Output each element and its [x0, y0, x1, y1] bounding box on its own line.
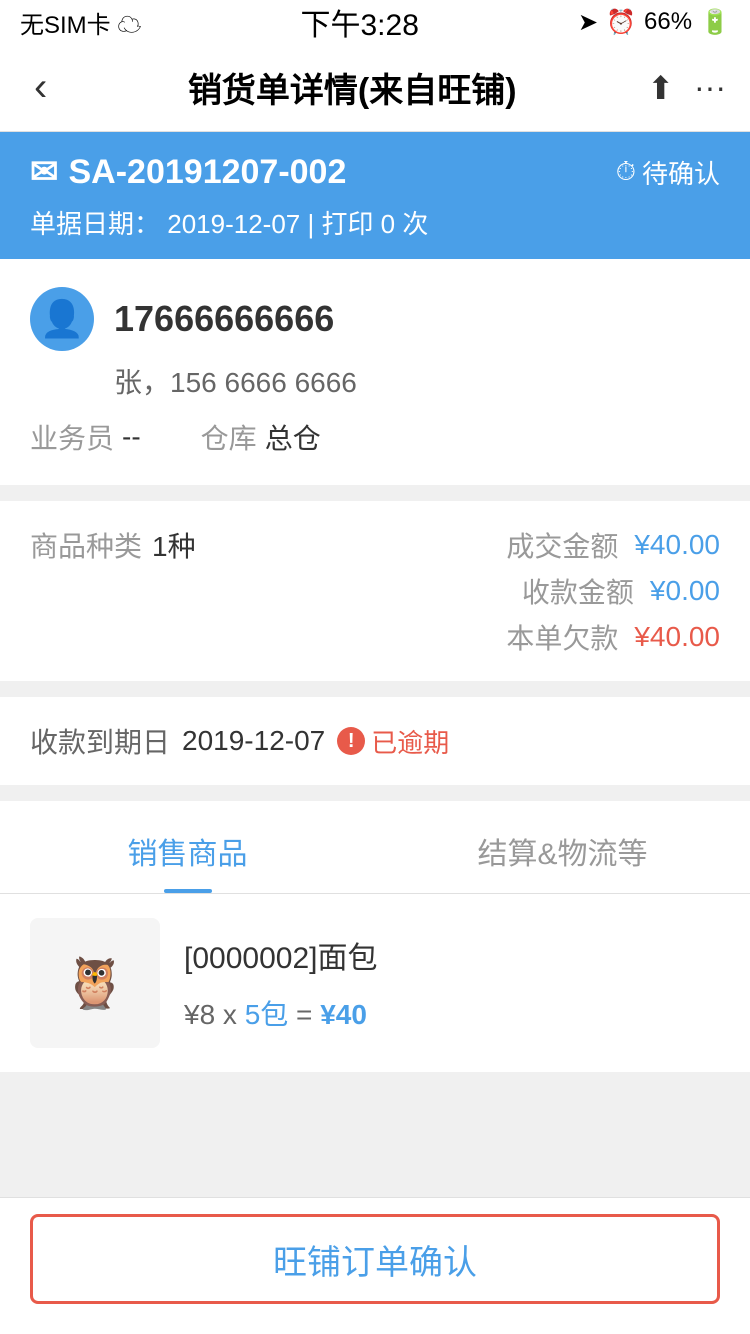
amount-value: ¥40.00 — [634, 529, 720, 561]
type-value: 1种 — [152, 525, 196, 565]
salesman-value: -- — [122, 421, 141, 453]
price-qty: 5包 — [245, 999, 289, 1030]
avatar: 👤 — [30, 287, 94, 351]
nav-bar: ‹ 销货单详情(来自旺铺) ⬆ ··· — [0, 44, 750, 132]
price-total: ¥40 — [320, 999, 367, 1030]
order-icon: ✉ — [30, 152, 59, 192]
customer-section: 👤 17666666666 张，156 6666 6666 业务员 -- 仓库 … — [0, 259, 750, 485]
product-info: [0000002]面包 ¥8 x 5包 = ¥40 — [184, 933, 720, 1033]
alarm-icon: ⏰ — [606, 8, 636, 37]
status-right: ➤ ⏰ 66% 🔋 — [578, 8, 730, 37]
status-bar: 无SIM卡 ☁ 下午3:28 ➤ ⏰ 66% 🔋 — [0, 0, 750, 44]
due-section: 收款到期日 2019-12-07 ! 已逾期 — [0, 697, 750, 785]
avatar-icon: 👤 — [40, 298, 85, 340]
tab-settlement-label: 结算&物流等 — [477, 838, 647, 871]
product-item: 🦉 [0000002]面包 ¥8 x 5包 = ¥40 — [30, 918, 720, 1048]
product-name: [0000002]面包 — [184, 933, 720, 977]
due-date: 2019-12-07 — [182, 725, 325, 757]
price-equals: = — [288, 999, 320, 1030]
status-left: 无SIM卡 ☁ — [20, 5, 141, 40]
due-label: 收款到期日 — [30, 721, 170, 761]
warehouse-label: 仓库 — [201, 417, 257, 457]
status-time: 下午3:28 — [301, 0, 419, 44]
amounts: 成交金额 ¥40.00 收款金额 ¥0.00 本单欠款 ¥40.00 — [506, 525, 720, 657]
overdue-badge: ! 已逾期 — [337, 723, 449, 760]
tabs-row: 销售商品 结算&物流等 — [0, 801, 750, 894]
page-title: 销货单详情(来自旺铺) — [188, 63, 517, 112]
order-status: ⏱ 待确认 — [616, 154, 720, 191]
confirm-order-button[interactable]: 旺铺订单确认 — [30, 1214, 720, 1304]
share-icon[interactable]: ⬆ — [647, 69, 674, 107]
product-thumbnail: 🦉 — [30, 918, 160, 1048]
location-icon: ➤ — [578, 8, 598, 37]
warehouse-value: 总仓 — [265, 417, 321, 457]
product-section: 🦉 [0000002]面包 ¥8 x 5包 = ¥40 — [0, 894, 750, 1072]
nav-actions: ⬆ ··· — [647, 69, 726, 107]
summary-section: 商品种类 1种 成交金额 ¥40.00 收款金额 ¥0.00 本单欠款 ¥40.… — [0, 501, 750, 681]
tabs-section: 销售商品 结算&物流等 — [0, 801, 750, 894]
status-label: 待确认 — [642, 154, 720, 191]
tab-sales-products[interactable]: 销售商品 — [0, 801, 375, 893]
product-logo-icon: 🦉 — [64, 954, 126, 1013]
customer-meta: 业务员 -- 仓库 总仓 — [30, 417, 720, 457]
battery-label: 66% — [644, 8, 692, 36]
order-id: ✉ SA-20191207-002 — [30, 152, 346, 192]
received-label: 收款金额 — [522, 571, 634, 611]
owed-label: 本单欠款 — [506, 617, 618, 657]
received-value: ¥0.00 — [650, 575, 720, 607]
warning-icon: ! — [337, 727, 365, 755]
tab-settlement[interactable]: 结算&物流等 — [375, 801, 750, 893]
salesman-label: 业务员 — [30, 417, 114, 457]
overdue-label: 已逾期 — [371, 723, 449, 760]
owed-value: ¥40.00 — [634, 621, 720, 653]
tab-sales-label: 销售商品 — [128, 838, 248, 871]
customer-phone: 17666666666 — [114, 298, 334, 340]
product-price: ¥8 x 5包 = ¥40 — [184, 993, 720, 1033]
order-id-text: SA-20191207-002 — [69, 153, 347, 192]
more-icon[interactable]: ··· — [694, 69, 726, 106]
status-clock-icon: ⏱ — [616, 156, 636, 188]
sim-label: 无SIM卡 ☁ — [20, 5, 141, 40]
battery-icon: 🔋 — [700, 8, 730, 37]
order-banner: ✉ SA-20191207-002 ⏱ 待确认 单据日期： 2019-12-07… — [0, 132, 750, 259]
type-label: 商品种类 — [30, 525, 142, 565]
amount-label: 成交金额 — [506, 525, 618, 565]
price-unit: ¥8 x — [184, 999, 245, 1030]
back-button[interactable]: ‹ — [24, 55, 57, 120]
customer-name: 张，156 6666 6666 — [114, 361, 720, 401]
tab-underline — [164, 889, 212, 893]
bottom-bar: 旺铺订单确认 — [0, 1197, 750, 1334]
bottom-spacer — [0, 1088, 750, 1208]
order-date: 单据日期： 2019-12-07 | 打印 0 次 — [30, 204, 720, 241]
